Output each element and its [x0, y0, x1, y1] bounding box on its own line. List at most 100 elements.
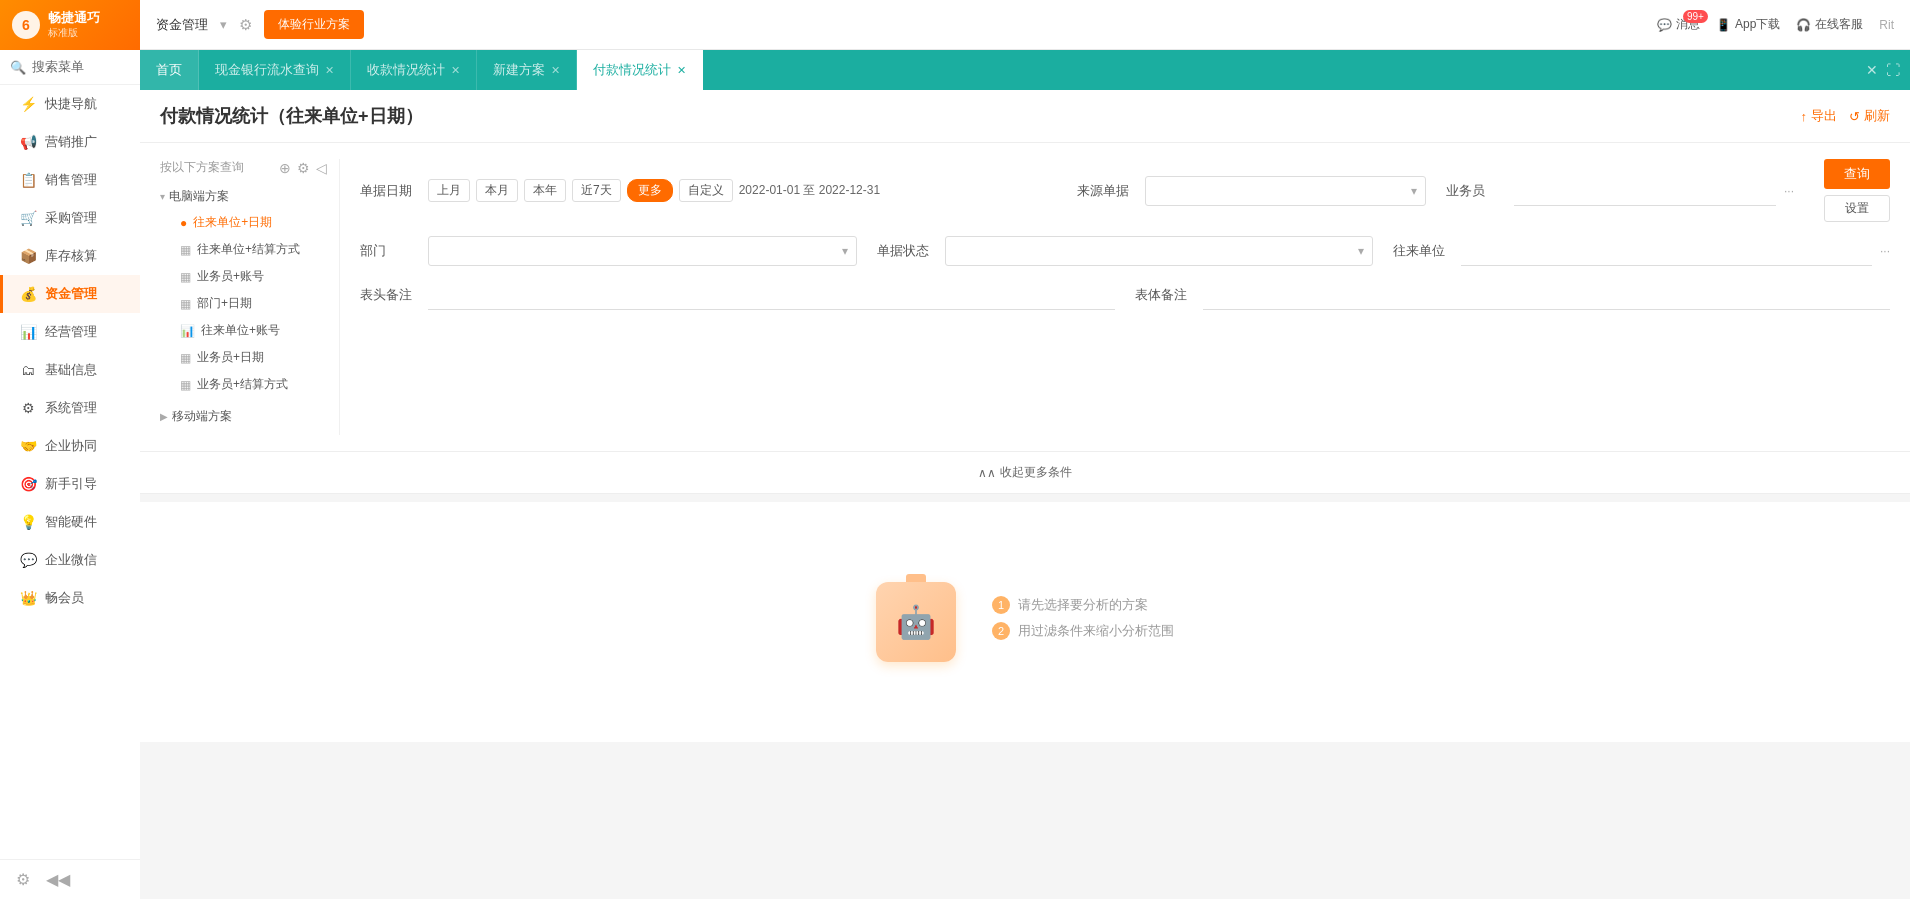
- staff-more-icon[interactable]: ···: [1784, 184, 1794, 198]
- corp-icon: 🤝: [19, 437, 37, 455]
- sidebar-item-system[interactable]: ⚙ 系统管理: [0, 389, 140, 427]
- trial-button[interactable]: 体验行业方案: [264, 10, 364, 39]
- refresh-button[interactable]: ↺ 刷新: [1849, 107, 1890, 125]
- sidebar-item-purchase[interactable]: 🛒 采购管理: [0, 199, 140, 237]
- sidebar-item-capital[interactable]: 💰 资金管理: [0, 275, 140, 313]
- message-icon: 💬: [1657, 18, 1672, 32]
- date-btn-this-year[interactable]: 本年: [524, 179, 566, 202]
- sidebar-item-wechat[interactable]: 💬 企业微信: [0, 541, 140, 579]
- inventory-icon: 📦: [19, 247, 37, 265]
- tab-close-bank[interactable]: ✕: [325, 64, 334, 77]
- scheme-sidebar-header: 按以下方案查询 ⊕ ⚙ ◁: [160, 159, 327, 176]
- tabbar: 首页 现金银行流水查询 ✕ 收款情况统计 ✕ 新建方案 ✕ 付款情况统计 ✕ ✕…: [140, 50, 1910, 90]
- tab-home[interactable]: 首页: [140, 50, 199, 90]
- sidebar-item-guide[interactable]: 🎯 新手引导: [0, 465, 140, 503]
- filter-scheme-sidebar: 按以下方案查询 ⊕ ⚙ ◁ ▾ 电脑端方案 ● 往: [160, 159, 340, 435]
- sidebar-item-hardware[interactable]: 💡 智能硬件: [0, 503, 140, 541]
- online-service[interactable]: 🎧 在线客服: [1796, 16, 1863, 33]
- topbar-settings-icon[interactable]: ⚙: [239, 16, 252, 34]
- empty-step-1: 1: [992, 596, 1010, 614]
- sidebar-footer: ⚙ ◀◀: [0, 859, 140, 899]
- pc-scheme-list: ● 往来单位+日期 ▦ 往来单位+结算方式 ▦ 业务员+账号 ▦: [172, 209, 327, 398]
- tab-new-scheme[interactable]: 新建方案 ✕: [477, 50, 577, 90]
- search-icon: 🔍: [10, 60, 26, 75]
- collapse-scheme-icon[interactable]: ◁: [316, 160, 327, 176]
- query-button[interactable]: 查询: [1824, 159, 1890, 189]
- sidebar-item-quick-nav[interactable]: ⚡ 快捷导航: [0, 85, 140, 123]
- mobile-group-arrow-icon: ▶: [160, 411, 168, 422]
- operation-icon: 📊: [19, 323, 37, 341]
- date-btn-last-month[interactable]: 上月: [428, 179, 470, 202]
- app-download[interactable]: 📱 App下载: [1716, 16, 1780, 33]
- tab-close-payment[interactable]: ✕: [677, 64, 686, 77]
- date-btn-this-month[interactable]: 本月: [476, 179, 518, 202]
- scheme-item-unit-date[interactable]: ● 往来单位+日期: [172, 209, 327, 236]
- filter-field-body-note: 表体备注: [1135, 280, 1890, 310]
- source-select-arrow-icon: ▾: [1411, 184, 1417, 198]
- scheme-item-staff-settle[interactable]: ▦ 业务员+结算方式: [172, 371, 327, 398]
- scheme-grid-icon3: ▦: [180, 297, 191, 311]
- settings-scheme-icon[interactable]: ⚙: [297, 160, 310, 176]
- refresh-icon: ↺: [1849, 109, 1860, 124]
- empty-step-2: 2: [992, 622, 1010, 640]
- scheme-item-unit-settle[interactable]: ▦ 往来单位+结算方式: [172, 236, 327, 263]
- body-note-input[interactable]: [1203, 280, 1890, 310]
- partner-input[interactable]: [1461, 236, 1872, 266]
- doc-status-arrow-icon: ▾: [1358, 244, 1364, 258]
- scheme-item-staff-account[interactable]: ▦ 业务员+账号: [172, 263, 327, 290]
- sidebar-item-marketing[interactable]: 📢 营销推广: [0, 123, 140, 161]
- filter-field-staff: 业务员 ···: [1446, 176, 1795, 206]
- date-btn-more[interactable]: 更多: [627, 179, 673, 202]
- scheme-grid-icon4: ▦: [180, 351, 191, 365]
- user-avatar[interactable]: Rit: [1879, 18, 1894, 32]
- date-btn-custom[interactable]: 自定义: [679, 179, 733, 202]
- tab-close-new-scheme[interactable]: ✕: [551, 64, 560, 77]
- logo-text: 畅捷通巧 标准版: [48, 10, 100, 40]
- sidebar-nav: ⚡ 快捷导航 📢 营销推广 📋 销售管理 🛒 采购管理 📦 库存核算 💰 资金管…: [0, 85, 140, 859]
- sidebar: 6 畅捷通巧 标准版 🔍 搜索菜单 ⚡ 快捷导航 📢 营销推广 📋 销售管理 🛒…: [0, 0, 140, 899]
- headset-icon: 🎧: [1796, 18, 1811, 32]
- topbar: 资金管理 ▾ ⚙ 体验行业方案 💬 消息 99+ 📱 App下载 🎧 在线客服 …: [140, 0, 1910, 50]
- date-btn-7days[interactable]: 近7天: [572, 179, 621, 202]
- settings-button[interactable]: 设置: [1824, 195, 1890, 222]
- close-all-tabs-icon[interactable]: ✕: [1866, 62, 1878, 78]
- export-icon: ↑: [1801, 109, 1808, 124]
- staff-input[interactable]: [1514, 176, 1776, 206]
- source-select[interactable]: ▾: [1145, 176, 1426, 206]
- doc-status-label: 单据状态: [877, 242, 937, 260]
- empty-line-2: 2 用过滤条件来缩小分析范围: [992, 622, 1174, 640]
- add-scheme-icon[interactable]: ⊕: [279, 160, 291, 176]
- mobile-scheme-group-header[interactable]: ▶ 移动端方案: [160, 404, 327, 429]
- sidebar-item-corp[interactable]: 🤝 企业协同: [0, 427, 140, 465]
- form-action-buttons: 查询 设置: [1824, 159, 1890, 222]
- tab-payment[interactable]: 付款情况统计 ✕: [577, 50, 703, 90]
- header-note-input[interactable]: [428, 280, 1115, 310]
- scheme-item-unit-account[interactable]: 📊 往来单位+账号: [172, 317, 327, 344]
- tab-close-receive[interactable]: ✕: [451, 64, 460, 77]
- scheme-sidebar-actions: ⊕ ⚙ ◁: [279, 160, 327, 176]
- sidebar-item-member[interactable]: 👑 畅会员: [0, 579, 140, 617]
- search-menu[interactable]: 🔍 搜索菜单: [0, 50, 140, 85]
- partner-more-icon[interactable]: ···: [1880, 244, 1890, 258]
- expand-tabbar-icon[interactable]: ⛶: [1886, 62, 1900, 78]
- sidebar-item-inventory[interactable]: 📦 库存核算: [0, 237, 140, 275]
- scheme-item-staff-date[interactable]: ▦ 业务员+日期: [172, 344, 327, 371]
- pc-scheme-group-header[interactable]: ▾ 电脑端方案: [160, 184, 327, 209]
- capital-icon: 💰: [19, 285, 37, 303]
- scheme-item-dept-date[interactable]: ▦ 部门+日期: [172, 290, 327, 317]
- sidebar-item-operation[interactable]: 📊 经营管理: [0, 313, 140, 351]
- breadcrumb-dropdown-icon[interactable]: ▾: [220, 17, 227, 32]
- collapse-conditions-button[interactable]: ∧∧ 收起更多条件: [966, 460, 1084, 485]
- sidebar-item-sales[interactable]: 📋 销售管理: [0, 161, 140, 199]
- tab-bank[interactable]: 现金银行流水查询 ✕: [199, 50, 351, 90]
- filter-field-date: 单据日期 上月 本月 本年 近7天 更多 自定义 2022-01-01 至 20…: [360, 179, 1057, 202]
- export-button[interactable]: ↑ 导出: [1801, 107, 1838, 125]
- doc-status-select[interactable]: ▾: [945, 236, 1374, 266]
- basic-icon: 🗂: [19, 361, 37, 379]
- collapse-sidebar-icon[interactable]: ◀◀: [46, 870, 70, 889]
- message-badge[interactable]: 💬 消息 99+: [1657, 16, 1700, 33]
- sidebar-item-basic[interactable]: 🗂 基础信息: [0, 351, 140, 389]
- settings-icon[interactable]: ⚙: [16, 870, 30, 889]
- dept-select[interactable]: ▾: [428, 236, 857, 266]
- tab-receive[interactable]: 收款情况统计 ✕: [351, 50, 477, 90]
